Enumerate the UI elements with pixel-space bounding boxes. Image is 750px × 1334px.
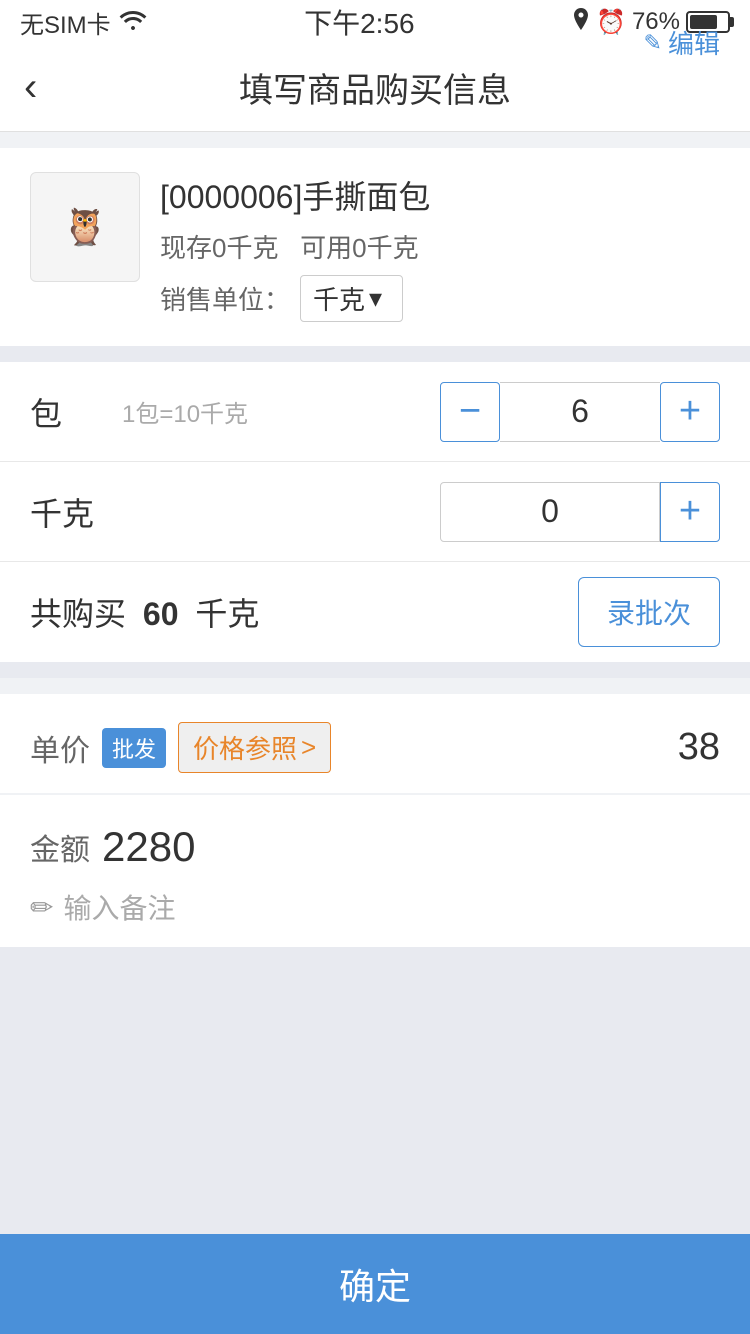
back-button[interactable]: ‹ [24,65,37,110]
status-bar: 无SIM卡 下午2:56 ⏰ 76% [0,0,750,44]
price-label: 单价 [30,726,90,770]
kg-input-row: 千克 + [0,462,750,562]
amount-value: 2280 [102,823,195,871]
amount-label: 金额 [30,825,90,869]
amount-row: 金额 2280 [30,823,720,871]
remark-row[interactable]: ✏ 输入备注 [30,887,720,927]
empty-area [0,947,750,1267]
price-reference-button[interactable]: 价格参照 > [178,722,331,773]
price-tag-badge: 批发 [102,728,166,768]
edit-icon: ✎ [644,30,662,56]
price-section: 单价 批发 价格参照 > 38 [0,694,750,793]
alarm-icon: ⏰ [596,8,626,37]
total-text: 共购买 60 千克 [30,589,578,635]
back-arrow-icon: ‹ [24,65,37,110]
edit-button[interactable]: ✎ 编辑 [644,24,720,61]
input-section: 包 1包=10千克 − + 千克 + 共购买 60 千克 录批次 [0,362,750,662]
bag-qty-controls: − + [440,382,720,442]
kg-increment-button[interactable]: + [660,482,720,542]
bag-input-row: 包 1包=10千克 − + [0,362,750,462]
pencil-icon: ✏ [30,891,53,924]
product-logo: 🦉 [63,206,108,248]
kg-qty-controls: + [440,482,720,542]
bag-quantity-input[interactable] [500,382,660,442]
product-unit: 销售单位： 千克 ▾ [160,275,720,322]
price-value: 38 [678,726,720,769]
bag-decrement-button[interactable]: − [440,382,500,442]
product-name: [0000006]手撕面包 [160,172,720,218]
product-image: 🦉 [30,172,140,282]
remark-placeholder: 输入备注 [63,887,175,927]
bag-label: 包 [30,389,110,435]
batch-button[interactable]: 录批次 [578,577,720,647]
section-separator-1 [0,346,750,362]
page-title: 填写商品购买信息 [239,63,511,112]
product-card: 🦉 [0000006]手撕面包 现存0千克 可用0千克 销售单位： 千克 ▾ ✎… [0,148,750,346]
bag-increment-button[interactable]: + [660,382,720,442]
carrier-text: 无SIM卡 [20,5,111,40]
dropdown-arrow-icon: ▾ [369,283,382,314]
confirm-button[interactable]: 确定 [0,1234,750,1334]
nav-bar: ‹ 填写商品购买信息 [0,44,750,132]
status-left: 无SIM卡 [20,5,147,40]
bag-hint: 1包=10千克 [122,394,440,429]
kg-quantity-input[interactable] [440,482,660,542]
price-row: 单价 批发 价格参照 > 38 [30,722,720,773]
location-icon [572,8,590,37]
total-row: 共购买 60 千克 录批次 [0,562,750,662]
section-separator-2 [0,662,750,678]
product-info: [0000006]手撕面包 现存0千克 可用0千克 销售单位： 千克 ▾ [160,172,720,322]
amount-section: 金额 2280 ✏ 输入备注 [0,795,750,947]
product-stock: 现存0千克 可用0千克 [160,228,720,265]
time-display: 下午2:56 [304,2,415,42]
kg-label: 千克 [30,489,110,535]
price-ref-arrow-icon: > [301,732,316,763]
unit-select[interactable]: 千克 ▾ [300,275,403,322]
wifi-icon [119,8,147,37]
